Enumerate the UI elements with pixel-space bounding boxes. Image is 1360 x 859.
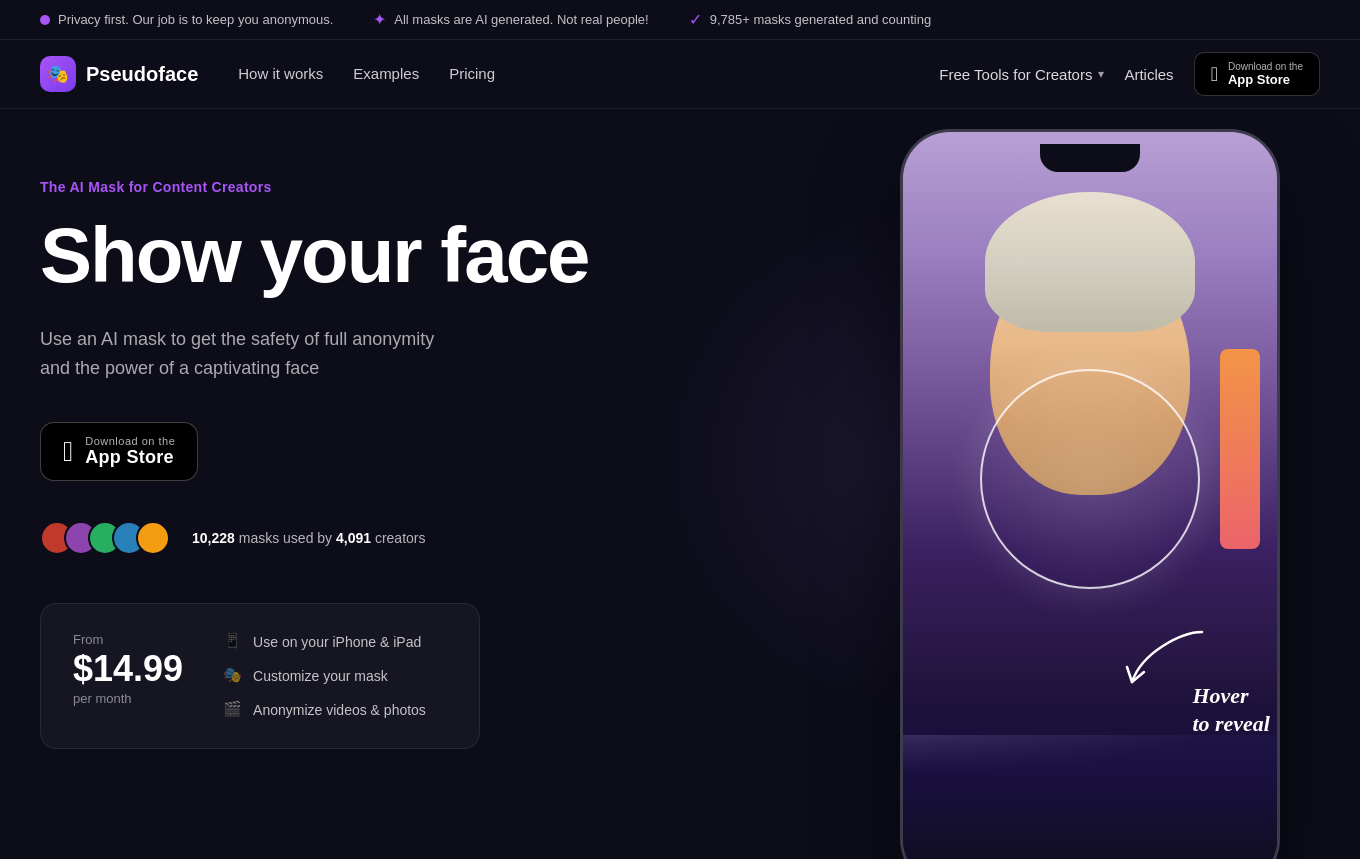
check-icon: ✓ xyxy=(689,10,702,29)
video-icon: 🎬 xyxy=(223,700,243,720)
nav-appstore-button[interactable]:  Download on the App Store xyxy=(1194,52,1320,96)
nav-links: How it works Examples Pricing xyxy=(238,65,495,83)
feature-anonymize: 🎬 Anonymize videos & photos xyxy=(223,700,426,720)
nav-examples[interactable]: Examples xyxy=(353,65,419,82)
free-tools-button[interactable]: Free Tools for Creators ▾ xyxy=(939,66,1104,83)
phone-notch xyxy=(1040,144,1140,172)
feature-iphone: 📱 Use on your iPhone & iPad xyxy=(223,632,426,652)
articles-link[interactable]: Articles xyxy=(1124,66,1173,83)
pricing-card: From $14.99 per month 📱 Use on your iPho… xyxy=(40,603,480,749)
avatars xyxy=(40,521,160,555)
masks-label: masks used by xyxy=(239,530,332,546)
social-proof-text: 10,228 masks used by 4,091 creators xyxy=(192,530,426,546)
announcement-bar: Privacy first. Our job is to keep you an… xyxy=(0,0,1360,40)
price: $14.99 xyxy=(73,651,183,687)
download-on-label: Download on the xyxy=(85,435,175,447)
hover-line2: to reveal xyxy=(1192,710,1270,739)
customize-icon: 🎭 xyxy=(223,666,243,686)
features-list: 📱 Use on your iPhone & iPad 🎭 Customize … xyxy=(223,632,426,720)
person-hair xyxy=(985,192,1195,332)
iphone-icon: 📱 xyxy=(223,632,243,652)
sparkle-icon: ✦ xyxy=(373,10,386,29)
hover-annotation: Hover to reveal xyxy=(1192,682,1270,739)
phone-mockup: Hover to reveal xyxy=(880,109,1300,859)
per-month: per month xyxy=(73,691,183,706)
logo-text: Pseudoface xyxy=(86,63,198,86)
hero-apple-icon:  xyxy=(63,438,73,466)
phone-case-accent xyxy=(1220,349,1260,549)
feature-customize: 🎭 Customize your mask xyxy=(223,666,426,686)
avatar-5 xyxy=(136,521,170,555)
btn-text: Download on the App Store xyxy=(85,435,175,468)
privacy-notice: Privacy first. Our job is to keep you an… xyxy=(40,12,333,27)
nav-store-name: App Store xyxy=(1228,72,1303,87)
reveal-circle xyxy=(980,369,1200,589)
nav-left: 🎭 Pseudoface How it works Examples Prici… xyxy=(40,56,495,92)
logo[interactable]: 🎭 Pseudoface xyxy=(40,56,198,92)
social-proof: 10,228 masks used by 4,091 creators xyxy=(40,521,620,555)
hero-subtitle-line2: and the power of a captivating face xyxy=(40,358,319,378)
app-store-label: App Store xyxy=(85,447,174,468)
feature-customize-text: Customize your mask xyxy=(253,668,388,684)
nav-right: Free Tools for Creators ▾ Articles  Dow… xyxy=(939,52,1320,96)
apple-icon:  xyxy=(1211,63,1218,86)
feature-anonymize-text: Anonymize videos & photos xyxy=(253,702,426,718)
arrow-icon xyxy=(1122,622,1212,692)
chevron-down-icon: ▾ xyxy=(1098,67,1104,81)
privacy-text: Privacy first. Our job is to keep you an… xyxy=(58,12,333,27)
store-text: Download on the App Store xyxy=(1228,61,1303,87)
dot-icon xyxy=(40,15,50,25)
hero-download-button[interactable]:  Download on the App Store xyxy=(40,422,198,481)
count-notice: ✓ 9,785+ masks generated and counting xyxy=(689,10,932,29)
masks-count: 10,228 xyxy=(192,530,235,546)
hero-title: Show your face xyxy=(40,215,620,297)
logo-icon: 🎭 xyxy=(40,56,76,92)
creators-label: creators xyxy=(375,530,426,546)
count-text: 9,785+ masks generated and counting xyxy=(710,12,932,27)
ai-text: All masks are AI generated. Not real peo… xyxy=(394,12,648,27)
ai-notice: ✦ All masks are AI generated. Not real p… xyxy=(373,10,648,29)
nav-pricing[interactable]: Pricing xyxy=(449,65,495,82)
price-section: From $14.99 per month xyxy=(73,632,183,720)
from-label: From xyxy=(73,632,183,647)
hero-section: The AI Mask for Content Creators Show yo… xyxy=(0,109,1360,859)
feature-iphone-text: Use on your iPhone & iPad xyxy=(253,634,421,650)
hero-subtitle: Use an AI mask to get the safety of full… xyxy=(40,325,520,383)
hero-tag: The AI Mask for Content Creators xyxy=(40,179,620,195)
free-tools-label: Free Tools for Creators xyxy=(939,66,1092,83)
navigation: 🎭 Pseudoface How it works Examples Prici… xyxy=(0,40,1360,109)
nav-download-on-label: Download on the xyxy=(1228,61,1303,72)
hero-subtitle-line1: Use an AI mask to get the safety of full… xyxy=(40,329,434,349)
nav-how-it-works[interactable]: How it works xyxy=(238,65,323,82)
hero-content: The AI Mask for Content Creators Show yo… xyxy=(40,169,620,749)
creators-count: 4,091 xyxy=(336,530,371,546)
